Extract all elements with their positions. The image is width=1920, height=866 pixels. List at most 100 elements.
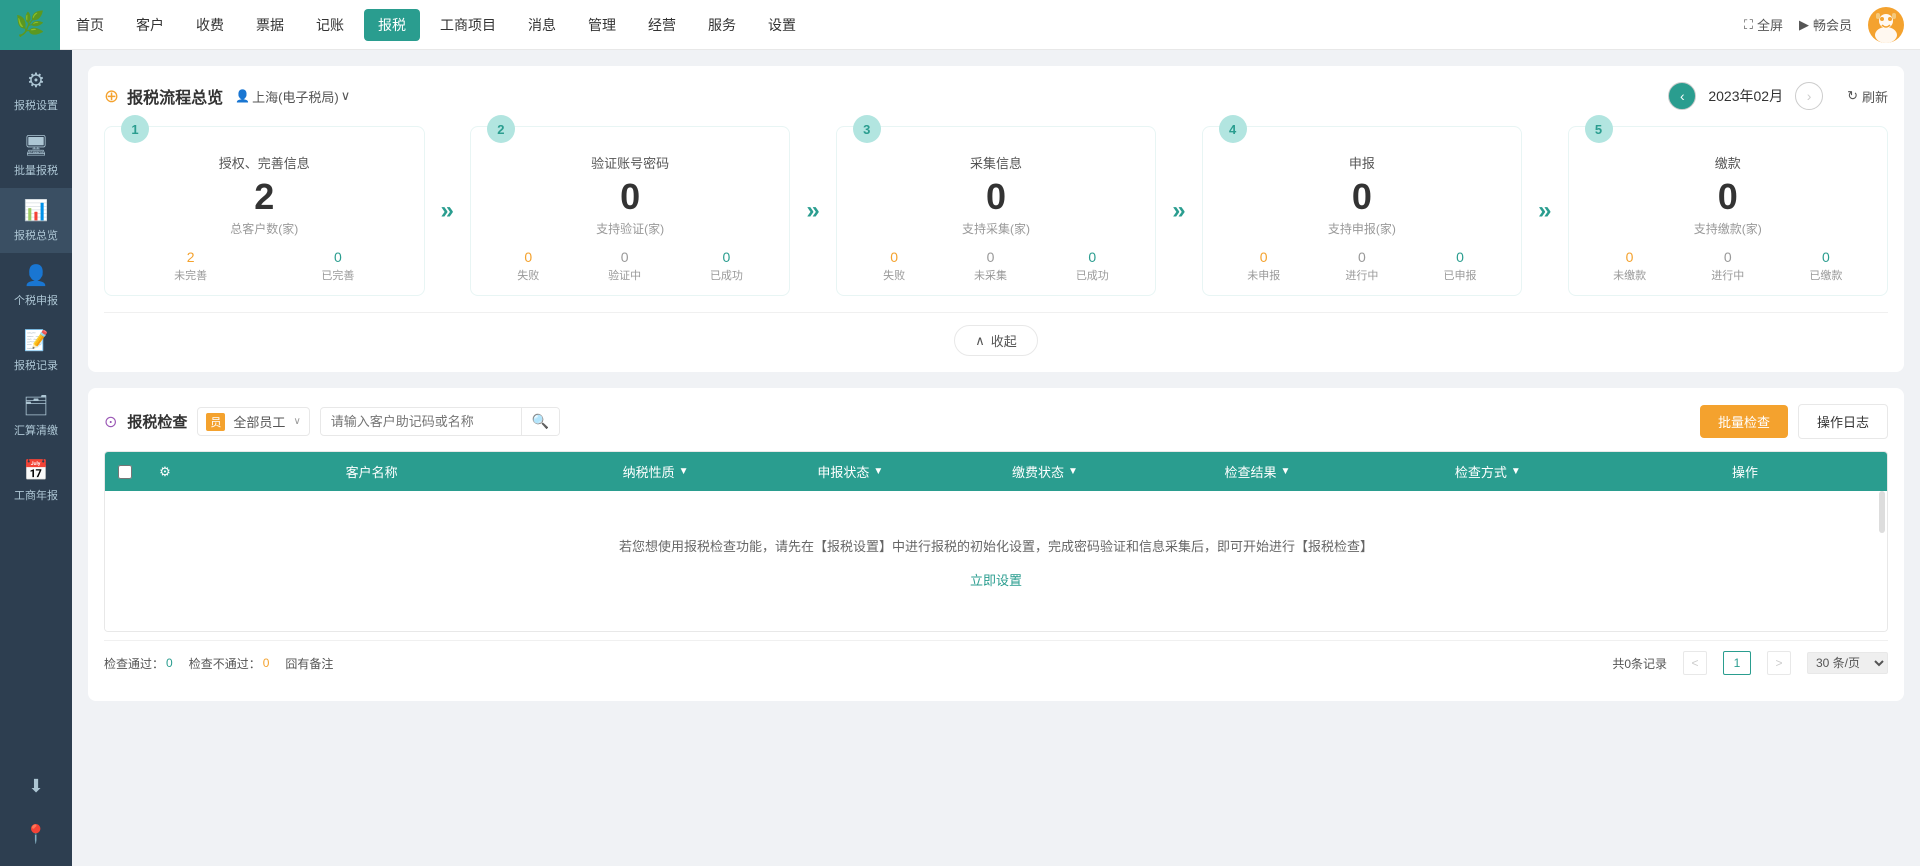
sidebar-item-tax-settings[interactable]: ⚙ 报税设置 xyxy=(0,58,72,123)
nav-item-service[interactable]: 服务 xyxy=(692,0,752,50)
overview-title-icon: ⊕ xyxy=(104,86,119,107)
next-month-button[interactable]: › xyxy=(1795,82,1823,110)
overview-icon: 📊 xyxy=(24,198,49,223)
card-1-num: 1 xyxy=(121,115,149,143)
top-nav: 首页 客户 收费 票据 记账 报税 工商项目 消息 管理 经营 服务 设置 xyxy=(60,0,1744,49)
filter-pay-icon[interactable]: ▼ xyxy=(1068,466,1078,477)
nav-item-fee[interactable]: 收费 xyxy=(180,0,240,50)
card-5-subtitle: 支持缴款(家) xyxy=(1581,220,1876,237)
sidebar-item-tax-overview[interactable]: 📊 报税总览 xyxy=(0,188,72,253)
check-pass: 检查通过： 0 xyxy=(104,655,173,672)
location-tag[interactable]: 👤 上海(电子税局) ∨ xyxy=(235,87,350,106)
chevron-down-small-icon: ∨ xyxy=(293,416,300,427)
fullscreen-button[interactable]: ⛶ 全屏 xyxy=(1744,15,1783,34)
card-4-stats: 0 未申报 0 进行中 0 已申报 xyxy=(1215,249,1510,283)
flow-card-2: 2 验证账号密码 0 支持验证(家) 0 失败 0 验证中 xyxy=(470,126,791,296)
card-3-num: 3 xyxy=(853,115,881,143)
card-3-title: 采集信息 xyxy=(849,153,1144,172)
taxcheck-title-icon: ⊙ xyxy=(104,412,117,432)
next-page-button[interactable]: > xyxy=(1767,651,1791,675)
sidebar-item-tax-record[interactable]: 📝 报税记录 xyxy=(0,318,72,383)
card-5-title: 缴款 xyxy=(1581,153,1876,172)
th-settings: ⚙ xyxy=(145,452,185,491)
refresh-icon: ↻ xyxy=(1847,88,1858,104)
th-pay-status: 缴费状态 ▼ xyxy=(948,452,1143,491)
nav-item-tax[interactable]: 报税 xyxy=(364,9,420,41)
date-nav: ‹ 2023年02月 › xyxy=(1668,82,1823,110)
nav-item-invoice[interactable]: 票据 xyxy=(240,0,300,50)
nav-item-business[interactable]: 工商项目 xyxy=(424,0,512,50)
avatar[interactable] xyxy=(1868,7,1904,43)
location-icon: 📍 xyxy=(25,824,47,845)
nav-item-operation[interactable]: 经营 xyxy=(632,0,692,50)
sidebar-item-download[interactable]: ⬇ xyxy=(0,762,72,810)
nav-item-bookkeeping[interactable]: 记账 xyxy=(300,0,360,50)
card-2-stat-2: 0 验证中 xyxy=(608,249,641,283)
sidebar-item-annual-report[interactable]: 📅 工商年报 xyxy=(0,448,72,513)
filter-declare-icon[interactable]: ▼ xyxy=(873,466,883,477)
collapse-button[interactable]: ∧ 收起 xyxy=(954,325,1038,356)
gear-icon: ⚙ xyxy=(27,68,45,93)
scrollbar[interactable] xyxy=(1879,491,1885,533)
sidebar-item-batch-tax[interactable]: 🖥 批量报税 xyxy=(0,123,72,188)
batch-icon: 🖥 xyxy=(23,133,48,158)
table-wrap: ⚙ 客户名称 纳税性质 ▼ 申报状态 ▼ 缴费状态 ▼ xyxy=(104,451,1888,632)
search-button[interactable]: 🔍 xyxy=(521,408,559,435)
employee-select[interactable]: 员 全部员工 ∨ xyxy=(197,407,309,436)
nav-item-home[interactable]: 首页 xyxy=(60,0,120,50)
employee-tag: 员 xyxy=(206,413,225,431)
flow-card-1: 1 授权、完善信息 2 总客户数(家) 2 未完善 0 已完善 xyxy=(104,126,425,296)
pass-count-link[interactable]: 0 xyxy=(166,656,173,670)
select-all-checkbox[interactable] xyxy=(118,465,132,479)
card-1-stats: 2 未完善 0 已完善 xyxy=(117,249,412,283)
card-3-subtitle: 支持采集(家) xyxy=(849,220,1144,237)
card-2-stats: 0 失败 0 验证中 0 已成功 xyxy=(483,249,778,283)
card-1-value: 2 xyxy=(117,176,412,218)
nav-item-manage[interactable]: 管理 xyxy=(572,0,632,50)
taxcheck-panel: ⊙ 报税检查 员 全部员工 ∨ 🔍 批量检查 操作日志 xyxy=(88,388,1904,701)
card-4-title: 申报 xyxy=(1215,153,1510,172)
sidebar-item-location[interactable]: 📍 xyxy=(0,810,72,858)
flow-cards: 1 授权、完善信息 2 总客户数(家) 2 未完善 0 已完善 xyxy=(104,126,1888,296)
fail-count-link[interactable]: 0 xyxy=(263,656,270,670)
card-1-stat-1: 2 未完善 xyxy=(174,249,207,283)
operation-log-button[interactable]: 操作日志 xyxy=(1798,404,1888,439)
nav-right: ⛶ 全屏 ▶ 畅会员 xyxy=(1744,7,1920,43)
per-page-select[interactable]: 30 条/页 50 条/页 100 条/页 xyxy=(1807,652,1888,674)
chevron-down-icon: ∨ xyxy=(341,88,351,104)
table-footer: 检查通过： 0 检查不通过： 0 囧有备注 共0条记录 < 1 > 30 条/页… xyxy=(104,640,1888,685)
table-empty-message: 若您想使用报税检查功能，请先在【报税设置】中进行报税的初始化设置，完成密码验证和… xyxy=(619,534,1373,560)
card-4-value: 0 xyxy=(1215,176,1510,218)
card-4-stat-2: 0 进行中 xyxy=(1345,249,1378,283)
th-check-result: 检查结果 ▼ xyxy=(1142,452,1372,491)
nav-item-message[interactable]: 消息 xyxy=(512,0,572,50)
nav-item-settings[interactable]: 设置 xyxy=(752,0,812,50)
filter-icon[interactable]: ▼ xyxy=(679,466,689,477)
setup-link[interactable]: 立即设置 xyxy=(970,570,1022,589)
refresh-button[interactable]: ↻ 刷新 xyxy=(1847,87,1888,106)
card-3-stat-2: 0 未采集 xyxy=(974,249,1007,283)
card-3-stats: 0 失败 0 未采集 0 已成功 xyxy=(849,249,1144,283)
card-4-subtitle: 支持申报(家) xyxy=(1215,220,1510,237)
check-fail: 检查不通过： 0 xyxy=(189,655,270,672)
card-3-value: 0 xyxy=(849,176,1144,218)
settings-icon[interactable]: ⚙ xyxy=(159,464,171,480)
flow-arrow-4: » xyxy=(1534,126,1555,296)
filter-method-icon[interactable]: ▼ xyxy=(1511,466,1521,477)
card-5-stat-1: 0 未缴款 xyxy=(1613,249,1646,283)
sidebar-item-settlement[interactable]: 🗂 汇算清缴 xyxy=(0,383,72,448)
person-small-icon: 👤 xyxy=(235,89,250,103)
batch-check-button[interactable]: 批量检查 xyxy=(1700,405,1788,438)
play-icon: ▶ xyxy=(1799,17,1809,33)
filter-result-icon[interactable]: ▼ xyxy=(1281,466,1291,477)
card-2-value: 0 xyxy=(483,176,778,218)
flow-arrow-2: » xyxy=(802,126,823,296)
search-input[interactable] xyxy=(321,409,521,434)
nav-item-customer[interactable]: 客户 xyxy=(120,0,180,50)
vip-button[interactable]: ▶ 畅会员 xyxy=(1799,15,1852,34)
prev-month-button[interactable]: ‹ xyxy=(1668,82,1696,110)
prev-page-button[interactable]: < xyxy=(1683,651,1707,675)
th-action: 操作 xyxy=(1603,452,1887,491)
sidebar-item-individual-tax[interactable]: 👤 个税申报 xyxy=(0,253,72,318)
card-3-stat-3: 0 已成功 xyxy=(1076,249,1109,283)
